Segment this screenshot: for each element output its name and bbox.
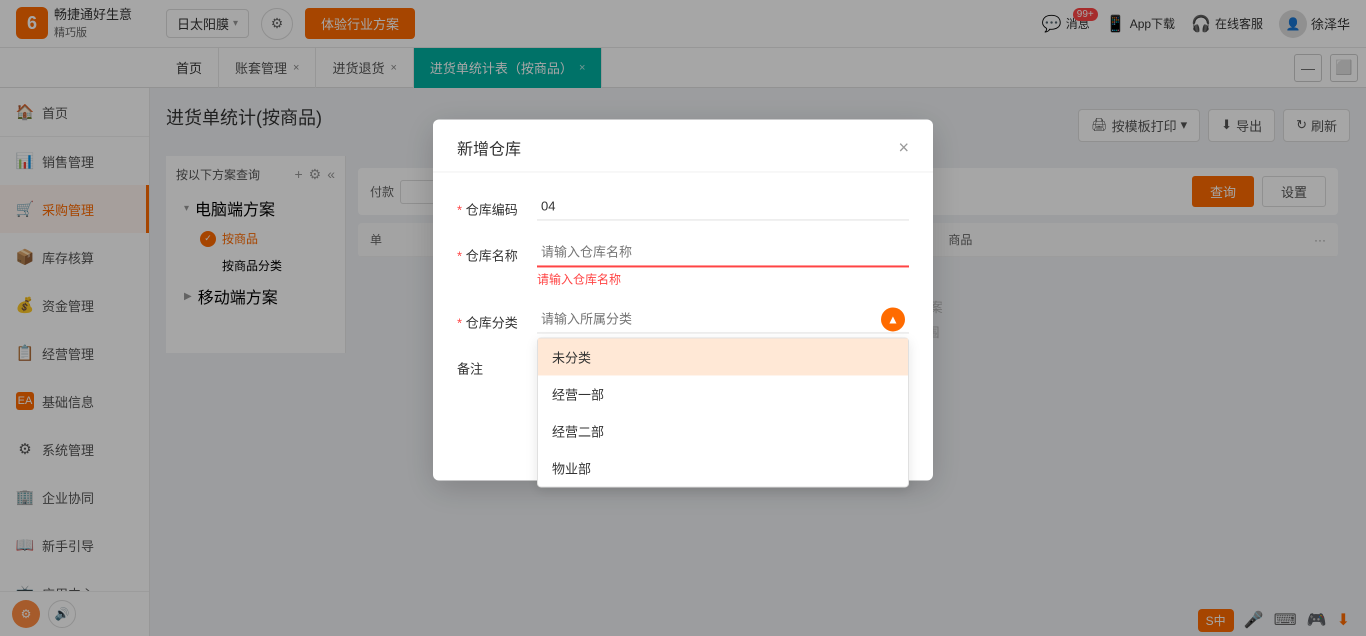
category-field: * 仓库分类 ▲ 未分类 经营一部 经营二部 物业部	[457, 305, 909, 333]
category-dropdown: 未分类 经营一部 经营二部 物业部	[537, 337, 909, 487]
dropdown-item-1[interactable]: 经营一部	[538, 375, 908, 412]
name-label: * 仓库名称	[457, 238, 537, 264]
name-input[interactable]	[537, 238, 909, 267]
dropdown-item-0[interactable]: 未分类	[538, 338, 908, 375]
code-label: * 仓库编码	[457, 192, 537, 218]
note-label: 备注	[457, 351, 537, 377]
code-field: * 仓库编码	[457, 192, 909, 220]
name-field: * 仓库名称 请输入仓库名称	[457, 238, 909, 287]
add-warehouse-modal: 新增仓库 × * 仓库编码 * 仓库名称	[433, 119, 933, 480]
category-label: * 仓库分类	[457, 305, 537, 331]
category-arrow-icon[interactable]: ▲	[881, 307, 905, 331]
code-input[interactable]	[537, 192, 909, 220]
category-input[interactable]	[537, 305, 909, 333]
name-error-message: 请输入仓库名称	[537, 270, 909, 287]
modal-close-button[interactable]: ×	[898, 137, 909, 158]
category-input-wrap: ▲ 未分类 经营一部 经营二部 物业部	[537, 305, 909, 333]
dropdown-item-3[interactable]: 物业部	[538, 449, 908, 486]
modal-body: * 仓库编码 * 仓库名称 请输入仓库名称	[433, 172, 933, 417]
modal-header: 新增仓库 ×	[433, 119, 933, 172]
modal-title: 新增仓库	[457, 135, 521, 159]
dropdown-item-2[interactable]: 经营二部	[538, 412, 908, 449]
